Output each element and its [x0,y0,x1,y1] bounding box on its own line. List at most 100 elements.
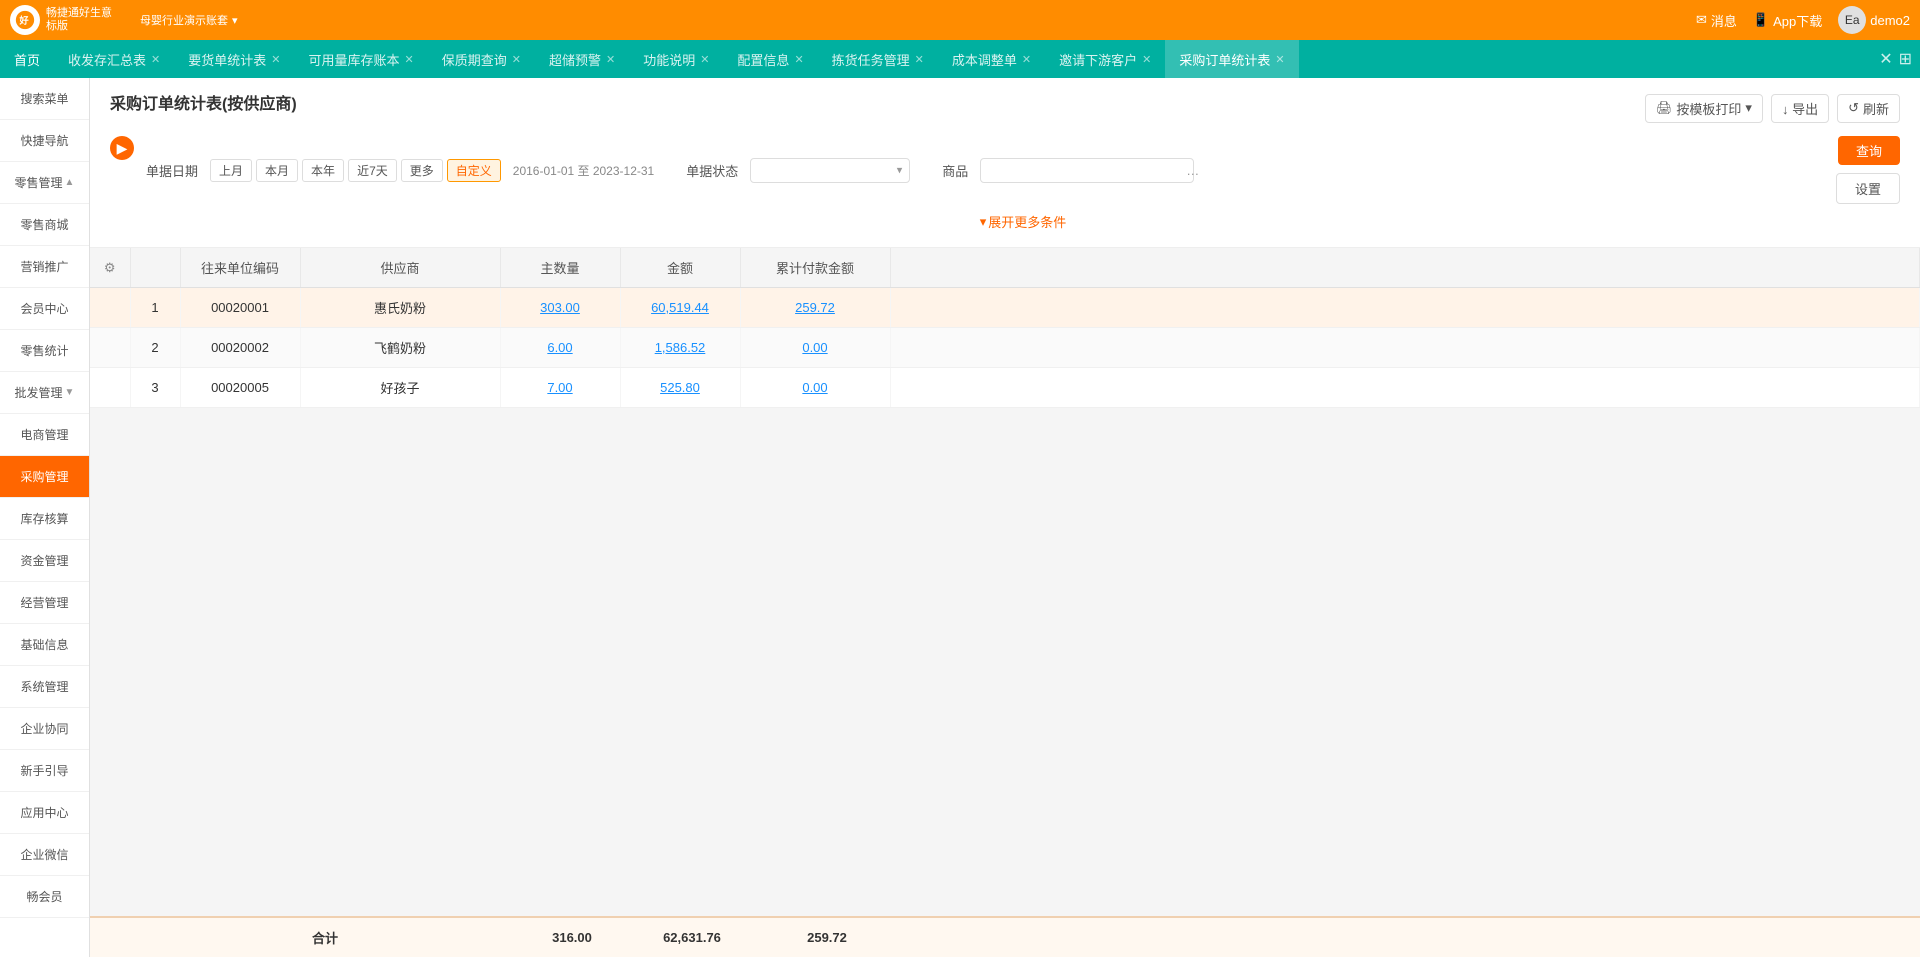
close-tab-function-desc[interactable]: ✕ [700,53,709,66]
sidebar-item-wholesale-mgmt[interactable]: 批发管理 ▼ [0,372,89,414]
close-tab-cost-adjust[interactable]: ✕ [1022,53,1031,66]
close-tab-purchase-stats[interactable]: ✕ [1275,53,1284,66]
table-row: 2 00020002 飞鹤奶粉 6.00 1,586.52 0.00 [90,328,1920,368]
sidebar-item-retail-mall[interactable]: 零售商城 [0,204,89,246]
close-tab-order-stats[interactable]: ✕ [271,53,280,66]
td-supplier-3: 好孩子 [300,368,500,408]
th-extra [890,248,1920,288]
refresh-icon: ↺ [1848,100,1859,116]
chevron-up-icon: ▲ [65,177,75,188]
nav-tab-config-info[interactable]: 配置信息 ✕ [723,40,817,78]
th-amount: 金额 [620,248,740,288]
amount-link-2[interactable]: 1,586.52 [655,340,706,355]
td-extra-1 [890,288,1920,328]
sidebar-item-member-center[interactable]: 会员中心 [0,288,89,330]
sidebar-item-inventory-check[interactable]: 库存核算 [0,498,89,540]
amount-link-3[interactable]: 525.80 [660,380,700,395]
sidebar-item-purchase-mgmt[interactable]: 采购管理 [0,456,89,498]
sidebar-item-enterprise-collab[interactable]: 企业协同 [0,708,89,750]
nav-tab-overstock-warning[interactable]: 超储预警 ✕ [535,40,629,78]
expand-more-section: ▾ 展开更多条件 [146,208,1900,235]
footer-label: 合计 [312,928,512,947]
table-area: ⚙ 往来单位编码 供应商 主数量 金额 [90,248,1920,916]
settings-gear-icon[interactable]: ⚙ [104,260,116,275]
table-footer: 合计 316.00 62,631.76 259.72 [90,916,1920,957]
nav-tab-order-stats[interactable]: 要货单统计表 ✕ [174,40,294,78]
close-tab-available-stock[interactable]: ✕ [405,53,414,66]
close-tab-pick-tasks[interactable]: ✕ [915,53,924,66]
sidebar-item-retail-stats[interactable]: 零售统计 [0,330,89,372]
query-btn[interactable]: 查询 [1838,136,1900,165]
sidebar-item-retail-mgmt[interactable]: 零售管理 ▲ [0,162,89,204]
sidebar-item-ecommerce-mgmt[interactable]: 电商管理 [0,414,89,456]
export-btn[interactable]: ↓ 导出 [1771,94,1829,123]
td-paid-2: 0.00 [740,328,890,368]
status-select[interactable] [750,158,910,183]
close-tab-overstock-warning[interactable]: ✕ [606,53,615,66]
footer-amount: 62,631.76 [632,930,752,945]
expand-tabs-btn[interactable]: ⊞ [1899,49,1912,69]
app-download-btn[interactable]: 📱 App下载 [1753,11,1822,30]
footer-qty: 316.00 [512,930,632,945]
sidebar-item-quick-nav[interactable]: 快捷导航 [0,120,89,162]
date-btn-this-year[interactable]: 本年 [302,159,344,182]
td-supplier-2: 飞鹤奶粉 [300,328,500,368]
td-checkbox-3 [90,368,130,408]
paid-link-2[interactable]: 0.00 [802,340,827,355]
nav-tab-cost-adjust[interactable]: 成本调整单 ✕ [938,40,1045,78]
paid-link-3[interactable]: 0.00 [802,380,827,395]
td-amount-3: 525.80 [620,368,740,408]
page-title: 采购订单统计表(按供应商) [110,90,297,114]
sidebar-item-new-guide[interactable]: 新手引导 [0,750,89,792]
sidebar-item-ops-mgmt[interactable]: 经营管理 [0,582,89,624]
nav-tab-pick-tasks[interactable]: 拣货任务管理 ✕ [818,40,938,78]
print-icon: 🖨 [1656,100,1673,116]
sidebar-item-basic-info[interactable]: 基础信息 [0,624,89,666]
sidebar-item-marketing[interactable]: 营销推广 [0,246,89,288]
print-btn[interactable]: 🖨 按模板打印 ▾ [1645,94,1763,123]
close-tab-expiry-query[interactable]: ✕ [512,53,521,66]
sidebar-item-system-mgmt[interactable]: 系统管理 [0,666,89,708]
nav-tab-expiry-query[interactable]: 保质期查询 ✕ [428,40,535,78]
settings-btn[interactable]: 设置 [1836,173,1900,204]
paid-link-1[interactable]: 259.72 [795,300,835,315]
qty-link-1[interactable]: 303.00 [540,300,580,315]
sidebar-item-app-center[interactable]: 应用中心 [0,792,89,834]
date-btn-this-month[interactable]: 本月 [256,159,298,182]
nav-tab-receive-summary[interactable]: 收发存汇总表 ✕ [54,40,174,78]
table-header: ⚙ 往来单位编码 供应商 主数量 金额 [90,248,1920,288]
qty-link-3[interactable]: 7.00 [547,380,572,395]
message-btn[interactable]: ✉ 消息 [1696,11,1737,30]
sidebar-item-member[interactable]: 畅会员 [0,876,89,918]
close-all-tabs-btn[interactable]: ✕ [1879,49,1892,69]
filter-toggle-btn[interactable]: ▶ [110,136,134,160]
workspace-selector[interactable]: 母婴行业演示账套 ▾ [140,12,238,28]
date-btn-7days[interactable]: 近7天 [348,159,397,182]
sidebar-item-search[interactable]: 搜索菜单 [0,78,89,120]
nav-tab-home[interactable]: 首页 [0,40,54,78]
date-btn-last-month[interactable]: 上月 [210,159,252,182]
expand-more-btn[interactable]: ▾ 展开更多条件 [980,212,1067,231]
refresh-btn[interactable]: ↺ 刷新 [1837,94,1900,123]
goods-more-icon[interactable]: … [1186,163,1199,178]
user-area[interactable]: Ea demo2 [1838,6,1910,34]
close-tab-invite-downstream[interactable]: ✕ [1142,53,1151,66]
nav-tab-invite-downstream[interactable]: 邀请下游客户 ✕ [1045,40,1165,78]
goods-input[interactable] [980,158,1194,183]
close-tab-receive-summary[interactable]: ✕ [151,53,160,66]
top-bar: 好 畅捷通好生意 标版 母婴行业演示账套 ▾ ✉ 消息 📱 App下载 Ea d… [0,0,1920,40]
date-btn-more[interactable]: 更多 [401,159,443,182]
nav-tab-function-desc[interactable]: 功能说明 ✕ [629,40,723,78]
download-icon: 📱 [1753,12,1769,28]
close-tab-config-info[interactable]: ✕ [794,53,803,66]
td-paid-1: 259.72 [740,288,890,328]
qty-link-2[interactable]: 6.00 [547,340,572,355]
sidebar-item-enterprise-wechat[interactable]: 企业微信 [0,834,89,876]
nav-tab-purchase-stats[interactable]: 采购订单统计表 ✕ [1165,40,1298,78]
date-btn-custom[interactable]: 自定义 [447,159,501,182]
sidebar-item-funds-mgmt[interactable]: 资金管理 [0,540,89,582]
status-select-wrapper [750,158,910,183]
td-amount-1: 60,519.44 [620,288,740,328]
nav-tab-available-stock[interactable]: 可用量库存账本 ✕ [294,40,427,78]
amount-link-1[interactable]: 60,519.44 [651,300,709,315]
